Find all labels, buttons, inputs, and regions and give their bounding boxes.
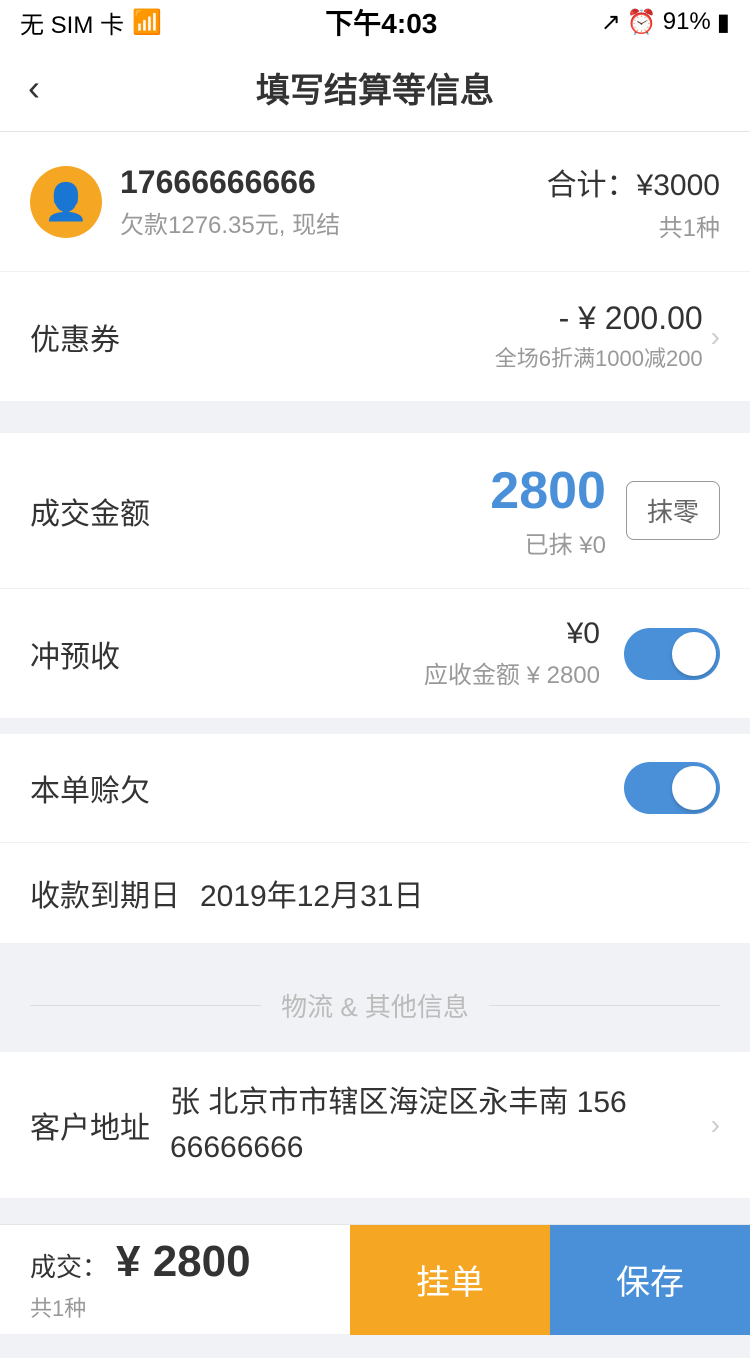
bottom-summary-label: 成交： [30, 1247, 108, 1284]
logistics-line-right [489, 1005, 720, 1006]
user-left: 👤 17666666666 欠款1276.35元, 现结 [30, 164, 340, 240]
coupon-info: - ¥ 200.00 全场6折满1000减200 [495, 300, 703, 373]
user-info-card: 👤 17666666666 欠款1276.35元, 现结 合计：¥3000 共1… [0, 132, 750, 401]
prereceive-right: ¥0 应收金额 ¥ 2800 [424, 617, 720, 690]
debt-toggle-knob [672, 766, 716, 810]
status-right: ↗ ⏰ 91% ▮ [601, 8, 730, 37]
alarm-icon: ⏰ [627, 8, 657, 37]
section-divider-3 [0, 943, 750, 959]
debt-toggle[interactable] [624, 762, 720, 814]
debt-row: 本单赊欠 [0, 734, 750, 842]
bottom-summary-amount: ¥ 2800 [116, 1237, 251, 1287]
due-date-label: 收款到期日 [30, 871, 180, 915]
coupon-arrow-icon: › [711, 321, 720, 353]
logistics-header: 物流 & 其他信息 [0, 959, 750, 1052]
amount-erased: 已抹 ¥0 [490, 525, 606, 560]
status-time: 下午4:03 [325, 2, 437, 42]
total-count: 共1种 [547, 208, 720, 243]
logistics-line-left [30, 1005, 261, 1006]
pre-receive-row: 冲预收 ¥0 应收金额 ¥ 2800 [0, 589, 750, 718]
content: 👤 17666666666 欠款1276.35元, 现结 合计：¥3000 共1… [0, 132, 750, 1358]
bottom-summary-top: 成交： ¥ 2800 [30, 1237, 320, 1287]
prereceive-value-group: ¥0 应收金额 ¥ 2800 [424, 617, 600, 690]
hang-button[interactable]: 挂单 [350, 1225, 550, 1335]
logistics-label: 物流 & 其他信息 [281, 987, 469, 1024]
due-date-row: 收款到期日 2019年12月31日 [0, 842, 750, 943]
debt-label: 本单赊欠 [30, 766, 150, 810]
user-debt: 欠款1276.35元, 现结 [120, 205, 340, 240]
address-arrow-icon: › [711, 1109, 720, 1141]
coupon-row[interactable]: 优惠券 - ¥ 200.00 全场6折满1000减200 › [0, 271, 750, 401]
avatar: 👤 [30, 166, 102, 238]
section-divider-1 [0, 417, 750, 433]
address-row[interactable]: 客户地址 张 北京市市辖区海淀区永丰南 156 66666666 › [0, 1052, 750, 1198]
due-date-value: 2019年12月31日 [200, 871, 423, 915]
battery-text: 91% [663, 8, 711, 36]
bottom-bar: 成交： ¥ 2800 共1种 挂单 保存 [0, 1224, 750, 1334]
status-bar: 无 SIM 卡 📶 下午4:03 ↗ ⏰ 91% ▮ [0, 0, 750, 44]
no-sim-text: 无 SIM 卡 [20, 5, 124, 40]
bottom-summary: 成交： ¥ 2800 共1种 [0, 1237, 350, 1323]
total-amount: 合计：¥3000 [547, 160, 720, 204]
pre-receive-label: 冲预收 [30, 632, 120, 676]
coupon-desc: 全场6折满1000减200 [495, 341, 703, 373]
section-divider-2 [0, 718, 750, 734]
user-phone: 17666666666 [120, 164, 340, 201]
amount-right: 2800 已抹 ¥0 抹零 [490, 461, 720, 560]
address-label: 客户地址 [30, 1103, 150, 1147]
wifi-icon: 📶 [132, 8, 162, 37]
nav-bar: ‹ 填写结算等信息 [0, 44, 750, 132]
amount-value: 2800 [490, 461, 606, 521]
deal-amount-card: 成交金额 2800 已抹 ¥0 抹零 冲预收 ¥0 应收金额 ¥ 2800 [0, 433, 750, 718]
user-row: 👤 17666666666 欠款1276.35元, 现结 合计：¥3000 共1… [0, 132, 750, 271]
amount-value-group: 2800 已抹 ¥0 [490, 461, 606, 560]
coupon-discount: - ¥ 200.00 [495, 300, 703, 337]
coupon-label: 优惠券 [30, 315, 120, 359]
deal-amount-label: 成交金额 [30, 489, 150, 533]
status-left: 无 SIM 卡 📶 [20, 5, 162, 40]
pre-receive-toggle[interactable] [624, 628, 720, 680]
prereceive-desc: 应收金额 ¥ 2800 [424, 655, 600, 690]
round-zero-button[interactable]: 抹零 [626, 481, 720, 540]
location-icon: ↗ [601, 8, 621, 37]
save-button[interactable]: 保存 [550, 1225, 750, 1335]
prereceive-value: ¥0 [424, 617, 600, 651]
user-right: 合计：¥3000 共1种 [547, 160, 720, 243]
address-value: 张 北京市市辖区海淀区永丰南 156 66666666 [170, 1080, 711, 1170]
page-title: 填写结算等信息 [256, 63, 494, 112]
bottom-summary-count: 共1种 [30, 1291, 320, 1323]
deal-amount-row: 成交金额 2800 已抹 ¥0 抹零 [0, 433, 750, 589]
toggle-knob [672, 632, 716, 676]
battery-icon: ▮ [717, 8, 730, 37]
back-button[interactable]: ‹ [28, 67, 40, 109]
user-info: 17666666666 欠款1276.35元, 现结 [120, 164, 340, 240]
debt-card: 本单赊欠 收款到期日 2019年12月31日 [0, 734, 750, 943]
